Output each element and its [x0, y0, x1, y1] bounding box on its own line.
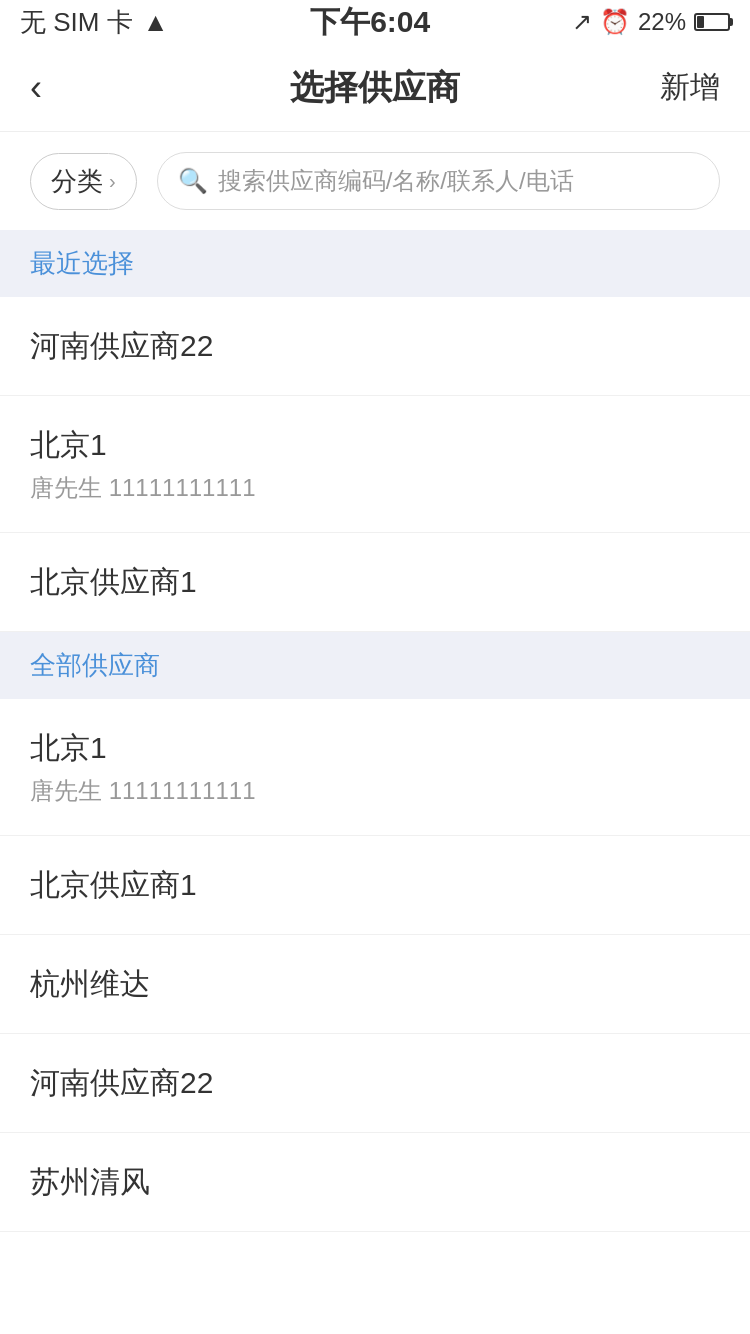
recent-list: 河南供应商22 北京1 唐先生 11111111111 北京供应商1	[0, 297, 750, 632]
chevron-icon: ›	[109, 170, 116, 193]
category-button[interactable]: 分类 ›	[30, 153, 137, 210]
list-item[interactable]: 北京供应商1	[0, 533, 750, 632]
list-item[interactable]: 河南供应商22	[0, 1034, 750, 1133]
recent-section-header: 最近选择	[0, 230, 750, 297]
list-item[interactable]: 北京1 唐先生 11111111111	[0, 396, 750, 533]
search-box[interactable]: 🔍 搜索供应商编码/名称/联系人/电话	[157, 152, 720, 210]
all-list: 北京1 唐先生 11111111111 北京供应商1 杭州维达河南供应商22 苏州清风	[0, 699, 750, 1232]
recent-header-text: 最近选择	[30, 248, 134, 278]
nav-bar: ‹ 选择供应商 新增	[0, 44, 750, 132]
item-name: 北京供应商1	[30, 864, 720, 906]
status-time: 下午6:04	[310, 2, 430, 43]
item-name: 北京1	[30, 727, 720, 769]
item-name: 河南供应商22	[30, 325, 720, 367]
status-right: ↗ ⏰ 22%	[572, 8, 730, 36]
back-button[interactable]: ‹	[30, 67, 90, 109]
list-item[interactable]: 北京1 唐先生 11111111111	[0, 699, 750, 836]
item-name: 杭州维达	[30, 963, 720, 1005]
location-icon: ↗	[572, 8, 592, 36]
all-header-text: 全部供应商	[30, 650, 160, 680]
battery-percent: 22%	[638, 8, 686, 36]
category-label: 分类	[51, 164, 103, 199]
item-name: 苏州清风	[30, 1161, 720, 1203]
search-icon: 🔍	[178, 167, 208, 195]
list-item[interactable]: 河南供应商22	[0, 297, 750, 396]
list-item[interactable]: 北京供应商1	[0, 836, 750, 935]
search-placeholder: 搜索供应商编码/名称/联系人/电话	[218, 165, 574, 197]
item-sub: 唐先生 11111111111	[30, 775, 720, 807]
all-section-header: 全部供应商	[0, 632, 750, 699]
battery-icon	[694, 13, 730, 31]
list-item[interactable]: 杭州维达	[0, 935, 750, 1034]
page-title: 选择供应商	[290, 65, 460, 111]
list-item[interactable]: 苏州清风	[0, 1133, 750, 1232]
alarm-icon: ⏰	[600, 8, 630, 36]
item-sub: 唐先生 11111111111	[30, 472, 720, 504]
no-sim-text: 无 SIM 卡	[20, 5, 133, 40]
item-name: 北京1	[30, 424, 720, 466]
status-bar: 无 SIM 卡 ▲ 下午6:04 ↗ ⏰ 22%	[0, 0, 750, 44]
wifi-icon: ▲	[143, 7, 169, 38]
filter-bar: 分类 › 🔍 搜索供应商编码/名称/联系人/电话	[0, 132, 750, 230]
status-left: 无 SIM 卡 ▲	[20, 5, 168, 40]
item-name: 河南供应商22	[30, 1062, 720, 1104]
item-name: 北京供应商1	[30, 561, 720, 603]
add-button[interactable]: 新增	[660, 67, 720, 108]
